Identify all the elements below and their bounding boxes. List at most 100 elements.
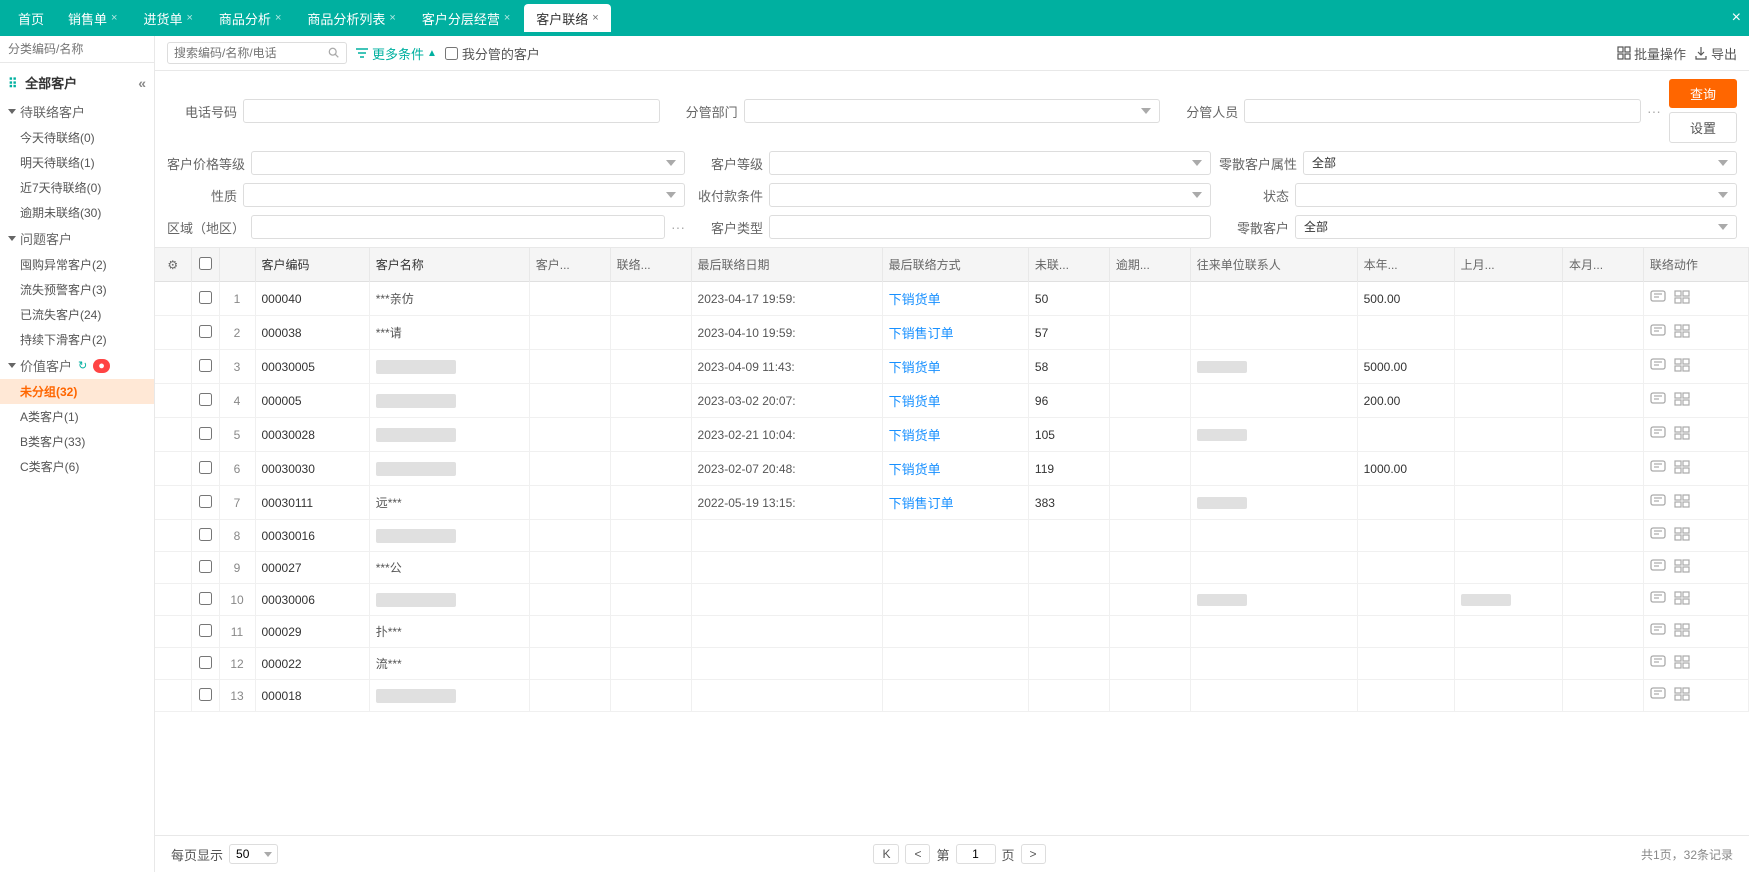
row-last-contact-type[interactable] <box>882 648 1028 680</box>
row-checkbox[interactable] <box>199 592 212 605</box>
last-contact-type-link[interactable]: 下销货单 <box>889 292 941 307</box>
row-checkbox[interactable] <box>199 495 212 508</box>
row-last-contact-type[interactable] <box>882 680 1028 712</box>
last-contact-type-link[interactable]: 下销货单 <box>889 394 941 409</box>
row-last-contact-type[interactable]: 下销售订单 <box>882 316 1028 350</box>
this-year-header[interactable]: 本年... <box>1357 248 1454 282</box>
code-column-header[interactable]: 客户编码 <box>255 248 369 282</box>
section-pending-contact[interactable]: 待联络客户 <box>0 98 154 125</box>
category-column-header[interactable]: 客户... <box>529 248 610 282</box>
close-tab-analysis-list[interactable]: × <box>389 12 395 24</box>
filter-retail-attr-select[interactable]: 全部 <box>1303 151 1737 175</box>
filter-payment-select[interactable] <box>769 183 1211 207</box>
all-customers-item[interactable]: ⠿ 全部客户 « <box>0 67 154 98</box>
close-tab-analysis[interactable]: × <box>275 12 281 24</box>
collapse-sidebar-icon[interactable]: « <box>138 75 146 91</box>
tab-customer-segment[interactable]: 客户分层经营 × <box>410 4 522 32</box>
next-page-button[interactable]: > <box>1021 844 1046 864</box>
sidebar-item-hoarding-abnormal[interactable]: 囤购异常客户(2) <box>0 252 154 277</box>
select-all-checkbox[interactable] <box>199 257 212 270</box>
chat-icon[interactable] <box>1650 527 1666 544</box>
sidebar-item-7days[interactable]: 近7天待联络(0) <box>0 175 154 200</box>
row-checkbox[interactable] <box>199 688 212 701</box>
last-month-header[interactable]: 上月... <box>1454 248 1562 282</box>
first-page-button[interactable]: K <box>873 844 899 864</box>
name-column-header[interactable]: 客户名称 <box>369 248 529 282</box>
sidebar-item-tomorrow[interactable]: 明天待联络(1) <box>0 150 154 175</box>
row-checkbox[interactable] <box>199 560 212 573</box>
grid-action-icon[interactable] <box>1674 559 1690 576</box>
filter-nature-select[interactable] <box>243 183 685 207</box>
grid-action-icon[interactable] <box>1674 460 1690 477</box>
search-input[interactable] <box>174 46 324 60</box>
sidebar-item-class-c[interactable]: C类客户(6) <box>0 454 154 479</box>
chat-icon[interactable] <box>1650 655 1666 672</box>
tab-purchase-order[interactable]: 进货单 × <box>131 4 204 32</box>
grid-action-icon[interactable] <box>1674 392 1690 409</box>
row-last-contact-type[interactable]: 下销货单 <box>882 350 1028 384</box>
sidebar-item-churned[interactable]: 已流失客户(24) <box>0 302 154 327</box>
filter-region-ellipsis[interactable]: ··· <box>671 219 685 235</box>
chat-icon[interactable] <box>1650 358 1666 375</box>
sidebar-item-class-b[interactable]: B类客户(33) <box>0 429 154 454</box>
section-value-customers[interactable]: 价值客户 ↻ ● <box>0 352 154 379</box>
nav-home[interactable]: 首页 <box>8 9 54 28</box>
grid-action-icon[interactable] <box>1674 591 1690 608</box>
grid-action-icon[interactable] <box>1674 655 1690 672</box>
row-last-contact-type[interactable] <box>882 584 1028 616</box>
page-number-input[interactable] <box>956 844 996 864</box>
reset-button[interactable]: 设置 <box>1669 112 1737 143</box>
sidebar-item-unassigned[interactable]: 未分组(32) <box>0 379 154 404</box>
chat-icon[interactable] <box>1650 324 1666 341</box>
filter-person-ellipsis[interactable]: ··· <box>1647 103 1661 119</box>
chat-icon[interactable] <box>1650 687 1666 704</box>
grid-action-icon[interactable] <box>1674 494 1690 511</box>
row-last-contact-type[interactable] <box>882 616 1028 648</box>
last-contact-type-link[interactable]: 下销货单 <box>889 428 941 443</box>
last-contact-type-link[interactable]: 下销货单 <box>889 360 941 375</box>
my-customers-checkbox-label[interactable]: 我分管的客户 <box>445 44 540 63</box>
sidebar-item-churn-warning[interactable]: 流失预警客户(3) <box>0 277 154 302</box>
filter-status-select[interactable] <box>1295 183 1737 207</box>
row-last-contact-type[interactable]: 下销货单 <box>882 282 1028 316</box>
row-checkbox[interactable] <box>199 461 212 474</box>
tab-customer-contact[interactable]: 客户联络 × <box>524 4 610 32</box>
gear-column-header[interactable]: ⚙ <box>155 248 191 282</box>
close-all-button[interactable]: × <box>1732 9 1741 27</box>
contact-column-header[interactable]: 联络... <box>610 248 691 282</box>
sidebar-search-input[interactable] <box>8 42 155 56</box>
chat-icon[interactable] <box>1650 392 1666 409</box>
row-last-contact-type[interactable] <box>882 552 1028 584</box>
grid-action-icon[interactable] <box>1674 358 1690 375</box>
sidebar-item-class-a[interactable]: A类客户(1) <box>0 404 154 429</box>
close-tab-purchase[interactable]: × <box>186 12 192 24</box>
my-customers-checkbox[interactable] <box>445 47 458 60</box>
page-size-select[interactable]: 20 50 100 <box>229 844 278 864</box>
chat-icon[interactable] <box>1650 290 1666 307</box>
row-checkbox[interactable] <box>199 325 212 338</box>
sidebar-item-today[interactable]: 今天待联络(0) <box>0 125 154 150</box>
filter-person-input[interactable] <box>1244 99 1641 123</box>
more-conditions-button[interactable]: 更多条件 ▲ <box>355 44 437 63</box>
chat-icon[interactable] <box>1650 494 1666 511</box>
refresh-value-icon[interactable]: ↻ <box>78 359 87 372</box>
checkbox-column-header[interactable] <box>191 248 219 282</box>
tab-product-analysis-list[interactable]: 商品分析列表 × <box>295 4 407 32</box>
filter-customer-level-select[interactable] <box>769 151 1211 175</box>
filter-customer-type-input[interactable] <box>769 215 1211 239</box>
grid-action-icon[interactable] <box>1674 290 1690 307</box>
filter-price-level-select[interactable] <box>251 151 685 175</box>
filter-region-input[interactable] <box>251 215 665 239</box>
grid-action-icon[interactable] <box>1674 527 1690 544</box>
batch-operation-button[interactable]: 批量操作 <box>1617 44 1686 63</box>
grid-action-icon[interactable] <box>1674 324 1690 341</box>
export-button[interactable]: 导出 <box>1694 44 1737 63</box>
last-contact-type-link[interactable]: 下销售订单 <box>889 496 954 511</box>
chat-icon[interactable] <box>1650 426 1666 443</box>
intercompany-contact-header[interactable]: 往来单位联系人 <box>1190 248 1357 282</box>
chat-icon[interactable] <box>1650 591 1666 608</box>
overdue-header[interactable]: 逾期... <box>1109 248 1190 282</box>
row-checkbox[interactable] <box>199 393 212 406</box>
close-tab-sales[interactable]: × <box>111 12 117 24</box>
section-problem-customers[interactable]: 问题客户 <box>0 225 154 252</box>
